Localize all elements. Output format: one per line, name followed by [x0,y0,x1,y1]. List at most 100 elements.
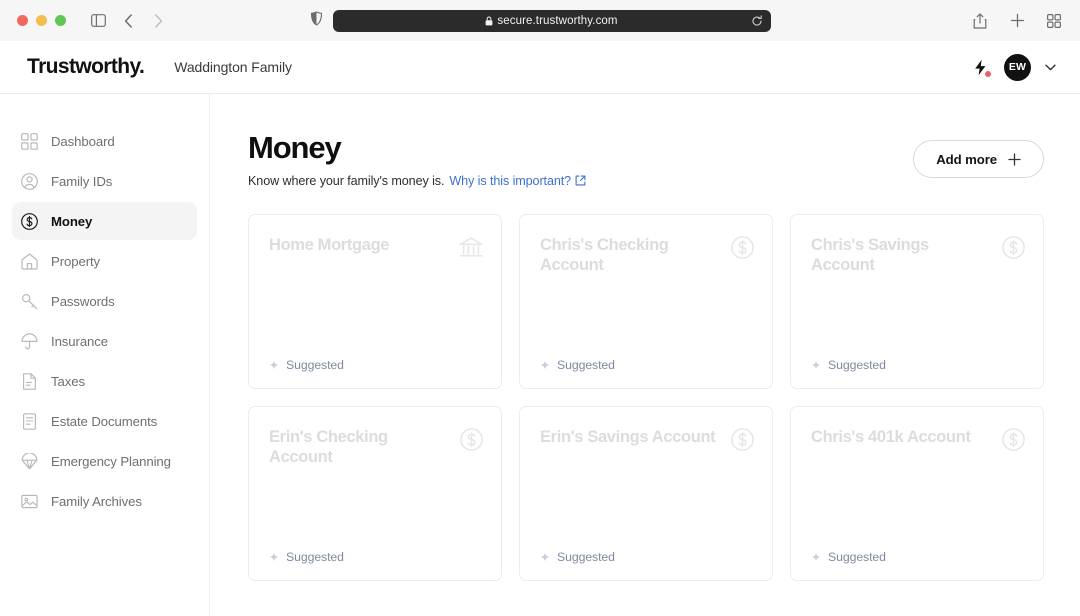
sidebar-item-label: Passwords [51,293,115,309]
key-icon [20,292,39,311]
share-icon[interactable] [966,8,994,34]
card-title: Erin's Savings Account [540,427,716,446]
status-badge: Suggested [557,549,615,564]
reload-icon[interactable] [751,14,763,27]
lock-icon [485,16,493,26]
card-top: Erin's Savings Account [540,427,754,451]
card-status: Suggested [540,550,754,564]
dollar-circle-icon [1002,235,1025,259]
url-bar[interactable]: secure.trustworthy.com [332,9,771,32]
browser-chrome: secure.trustworthy.com [0,0,1080,41]
card-status: Suggested [540,358,754,372]
page-title: Money [248,130,342,165]
browser-toolbar-right [966,8,1068,34]
contract-icon [20,412,39,431]
card-title: Chris's Savings Account [811,235,929,274]
sidebar-item-label: Insurance [51,333,109,349]
sparkle-icon [269,360,279,370]
card-status: Suggested [811,358,1025,372]
brand-logo[interactable]: Trustworthy. [27,55,145,79]
main-content: Money Know where your family's money is.… [210,94,1080,616]
money-card[interactable]: Home Mortgage Suggested [248,213,502,389]
sidebar-item-label: Family IDs [51,173,113,189]
bank-icon [459,236,483,259]
close-window-button[interactable] [17,15,28,26]
dollar-circle-icon [460,427,483,451]
sidebar-item-money[interactable]: Money [12,202,197,240]
sidebar-navigation: Dashboard Family IDs Money Property Pass… [0,94,210,616]
sidebar-item-label: Money [51,213,93,229]
plus-icon [1008,152,1021,166]
document-icon [20,372,39,391]
browser-back-button[interactable] [114,8,142,34]
window-traffic-lights [17,15,66,26]
card-top: Chris's 401k Account [811,427,1025,451]
sidebar-item-label: Property [51,253,101,269]
avatar[interactable]: EW [1004,53,1031,81]
card-status: Suggested [269,358,483,372]
money-card[interactable]: Chris's Savings Account Suggested [790,213,1044,389]
sidebar-item-label: Estate Documents [51,413,158,429]
sidebar-item-taxes[interactable]: Taxes [12,362,197,400]
sidebar-item-family-ids[interactable]: Family IDs [12,162,197,200]
money-card[interactable]: Erin's Savings Account Suggested [519,405,773,581]
dollar-circle-icon [731,427,754,451]
card-top: Home Mortgage [269,235,483,259]
money-card[interactable]: Chris's 401k Account Suggested [790,405,1044,581]
external-link-icon [575,175,586,186]
home-icon [20,252,39,271]
privacy-shield-icon[interactable] [310,10,323,31]
card-top: Chris's Checking Account [540,235,754,276]
money-card[interactable]: Chris's Checking Account Suggested [519,213,773,389]
browser-nav-controls [84,8,172,34]
why-is-this-important-link[interactable]: Why is this important? [449,174,586,188]
tab-overview-icon[interactable] [1040,8,1068,34]
status-badge: Suggested [286,357,344,372]
lightning-bolt-icon[interactable] [970,57,991,77]
page-subtitle-text: Know where your family's money is. [248,173,445,188]
sidebar-item-passwords[interactable]: Passwords [12,282,197,320]
person-icon [20,172,39,191]
browser-forward-button[interactable] [144,8,172,34]
sidebar-toggle-icon[interactable] [84,8,112,34]
app-body: Dashboard Family IDs Money Property Pass… [0,94,1080,616]
money-cards-grid: Home Mortgage Suggested Chris's Checking… [248,213,1044,581]
why-is-this-important-label: Why is this important? [449,173,572,188]
sidebar-item-dashboard[interactable]: Dashboard [12,122,197,160]
page-title-block: Money Know where your family's money is.… [248,130,586,188]
card-title: Chris's 401k Account [811,427,971,446]
photo-icon [20,492,39,511]
add-more-label: Add more [936,151,997,167]
sidebar-item-label: Taxes [51,373,85,389]
sidebar-item-emergency-planning[interactable]: Emergency Planning [12,442,197,480]
status-badge: Suggested [828,357,886,372]
family-name-label[interactable]: Waddington Family [174,59,292,75]
card-title: Erin's Checking Account [269,427,388,466]
minimize-window-button[interactable] [36,15,47,26]
new-tab-plus-icon[interactable] [1003,8,1031,34]
sidebar-item-label: Emergency Planning [51,453,171,469]
sidebar-item-property[interactable]: Property [12,242,197,280]
sidebar-item-label: Family Archives [51,493,142,509]
money-card[interactable]: Erin's Checking Account Suggested [248,405,502,581]
sidebar-item-label: Dashboard [51,133,115,149]
maximize-window-button[interactable] [55,15,66,26]
sidebar-item-estate-documents[interactable]: Estate Documents [12,402,197,440]
sidebar-item-insurance[interactable]: Insurance [12,322,197,360]
sparkle-icon [540,552,550,562]
chevron-down-icon[interactable] [1045,64,1056,71]
dollar-circle-icon [731,235,754,259]
status-badge: Suggested [286,549,344,564]
url-text-group: secure.trustworthy.com [485,15,618,27]
page-header: Money Know where your family's money is.… [248,130,1044,188]
dollar-icon [20,212,39,231]
card-top: Erin's Checking Account [269,427,483,468]
card-status: Suggested [269,550,483,564]
app-header: Trustworthy. Waddington Family EW [0,41,1080,94]
add-more-button[interactable]: Add more [913,140,1044,178]
card-title: Home Mortgage [269,235,390,254]
status-badge: Suggested [828,549,886,564]
sidebar-item-family-archives[interactable]: Family Archives [12,482,197,520]
sparkle-icon [540,360,550,370]
page-subtitle: Know where your family's money is. Why i… [248,174,586,188]
